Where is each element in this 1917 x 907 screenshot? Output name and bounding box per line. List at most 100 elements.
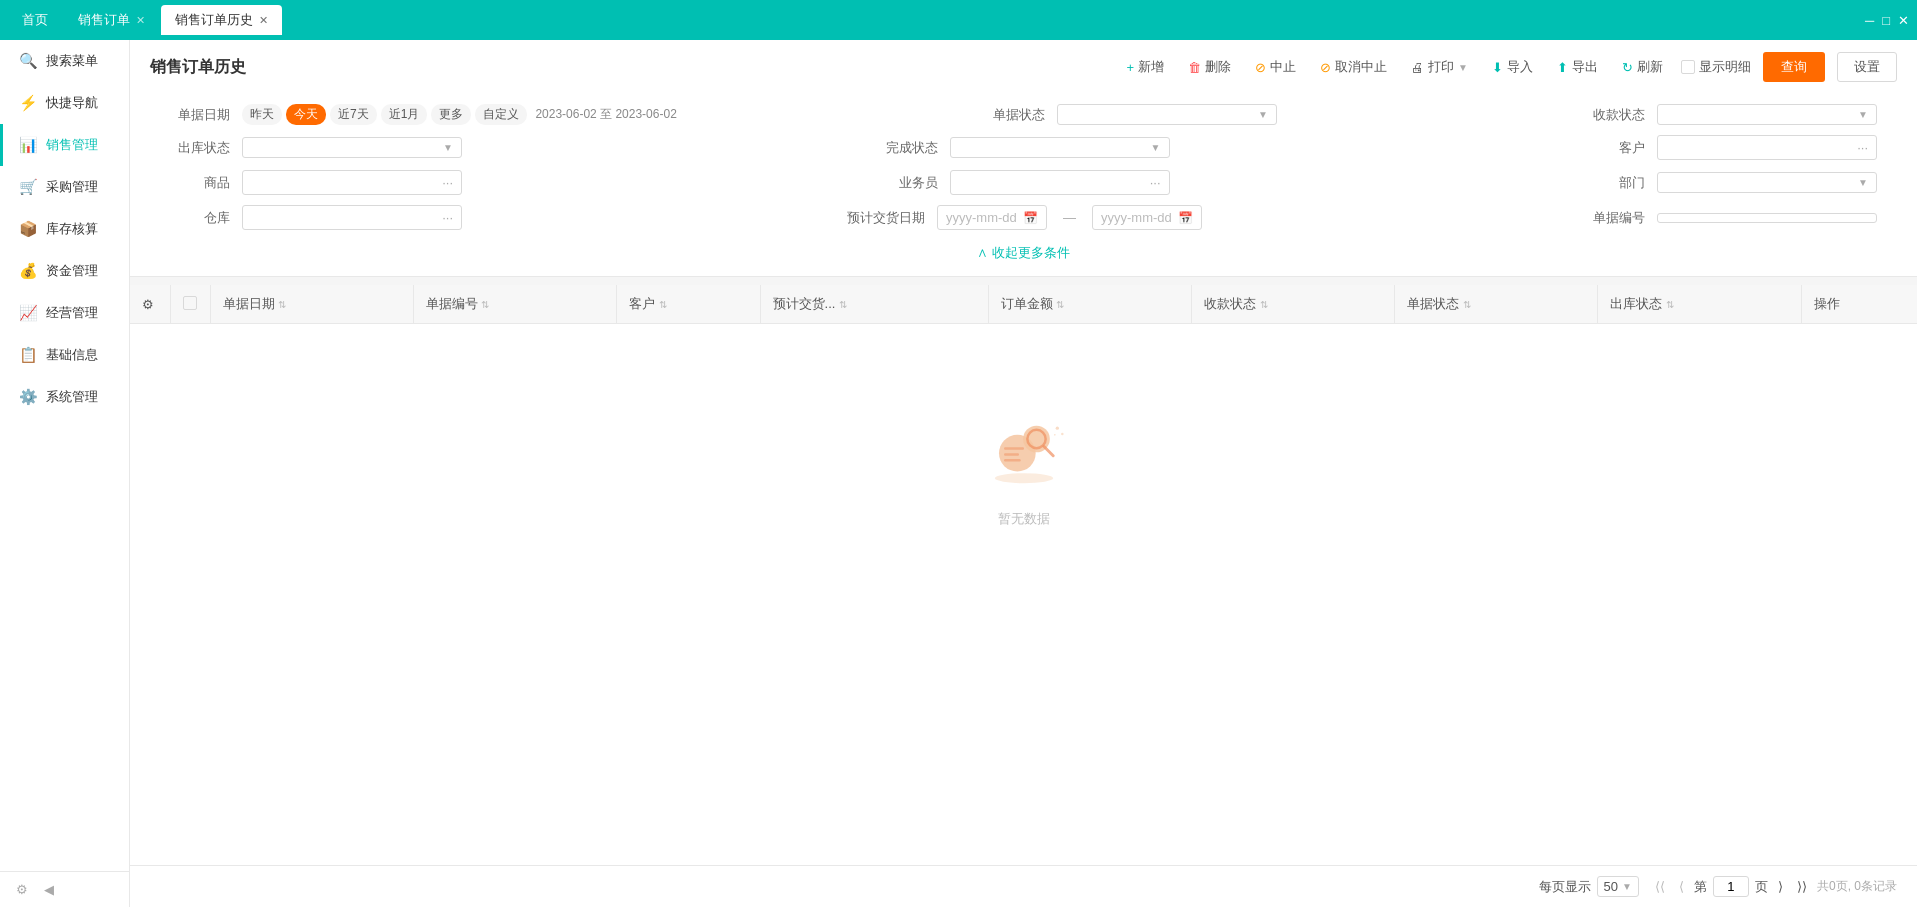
bill-number-label: 单据编号	[1585, 209, 1645, 227]
complete-status-select[interactable]: ▼	[950, 137, 1170, 158]
delivery-date-separator: —	[1063, 210, 1076, 225]
next-page-icon[interactable]: ⟩	[1774, 877, 1787, 896]
export-button[interactable]: ⬆ 导出	[1551, 54, 1604, 80]
filter-row-3: 商品 ··· 业务员 ··· 部门 ▼	[170, 170, 1877, 195]
payment-status-chevron-icon: ▼	[1858, 109, 1868, 120]
empty-state-text: 暂无数据	[998, 510, 1050, 528]
window-close-icon[interactable]: ✕	[1898, 13, 1909, 28]
delivery-date-from[interactable]: yyyy-mm-dd 📅	[937, 205, 1047, 230]
page-header: 销售订单历史 + 新增 🗑 删除 ⊘ 中止 ⊘	[130, 40, 1917, 277]
add-button[interactable]: + 新增	[1121, 54, 1171, 80]
operations-icon: 📈	[19, 304, 38, 322]
cancel-stop-button[interactable]: ⊘ 取消中止	[1314, 54, 1393, 80]
th-order-amount[interactable]: 订单金额 ⇅	[988, 285, 1191, 324]
collapse-more-conditions[interactable]: ∧ 收起更多条件	[170, 240, 1877, 266]
bill-status-select[interactable]: ▼	[1057, 104, 1277, 125]
top-bar: 首页 销售订单 ✕ 销售订单历史 ✕ ─ □ ✕	[0, 0, 1917, 40]
sidebar-item-sales-mgmt[interactable]: 📊 销售管理	[0, 124, 129, 166]
sidebar-item-system-mgmt[interactable]: ⚙️ 系统管理	[0, 376, 129, 418]
delivery-date-label: 预计交货日期	[845, 209, 925, 227]
payment-status-label: 收款状态	[1585, 106, 1645, 124]
sidebar-collapse-icon[interactable]: ◀	[44, 882, 54, 897]
th-customer[interactable]: 客户 ⇅	[616, 285, 760, 324]
sidebar-item-purchase-mgmt[interactable]: 🛒 采购管理	[0, 166, 129, 208]
goods-ellipsis-icon: ···	[442, 175, 453, 190]
display-toggle-checkbox[interactable]	[1681, 60, 1695, 74]
table-area: ⚙ 单据日期 ⇅ 单据编号 ⇅	[130, 285, 1917, 865]
tab-sales-order[interactable]: 销售订单 ✕	[64, 5, 159, 35]
th-out-status[interactable]: 出库状态 ⇅	[1598, 285, 1801, 324]
th-bill-number[interactable]: 单据编号 ⇅	[413, 285, 616, 324]
date-btn-1month[interactable]: 近1月	[381, 104, 428, 125]
th-payment-status[interactable]: 收款状态 ⇅	[1191, 285, 1394, 324]
complete-status-chevron-icon: ▼	[1151, 142, 1161, 153]
layout: 🔍 搜索菜单 ⚡ 快捷导航 📊 销售管理 🛒 采购管理 📦 库存核算 💰 资金管…	[0, 40, 1917, 907]
window-max-icon[interactable]: □	[1882, 13, 1890, 28]
sidebar: 🔍 搜索菜单 ⚡ 快捷导航 📊 销售管理 🛒 采购管理 📦 库存核算 💰 资金管…	[0, 40, 130, 907]
delivery-date-to[interactable]: yyyy-mm-dd 📅	[1092, 205, 1202, 230]
tab-sales-order-close[interactable]: ✕	[136, 14, 145, 27]
total-info: 共0页, 0条记录	[1817, 878, 1897, 895]
tab-home[interactable]: 首页	[8, 5, 62, 35]
query-button[interactable]: 查询	[1763, 52, 1825, 82]
settings-button[interactable]: 设置	[1837, 52, 1897, 82]
date-btn-custom[interactable]: 自定义	[475, 104, 527, 125]
delivery-date-to-calendar-icon: 📅	[1178, 211, 1193, 225]
first-page-icon[interactable]: ⟨⟨	[1651, 877, 1669, 896]
page-title-row: 销售订单历史 + 新增 🗑 删除 ⊘ 中止 ⊘	[150, 52, 1897, 82]
th-bill-date[interactable]: 单据日期 ⇅	[210, 285, 413, 324]
inventory-icon: 📦	[19, 220, 38, 238]
sidebar-item-inventory[interactable]: 📦 库存核算	[0, 208, 129, 250]
bill-status-label: 单据状态	[985, 106, 1045, 124]
salesperson-input[interactable]: ···	[950, 170, 1170, 195]
refresh-button[interactable]: ↻ 刷新	[1616, 54, 1669, 80]
th-delivery-date[interactable]: 预计交货... ⇅	[760, 285, 988, 324]
window-min-icon[interactable]: ─	[1865, 13, 1874, 28]
date-btn-yesterday[interactable]: 昨天	[242, 104, 282, 125]
delete-button[interactable]: 🗑 删除	[1182, 54, 1237, 80]
import-button[interactable]: ⬇ 导入	[1486, 54, 1539, 80]
header-checkbox[interactable]	[183, 296, 197, 310]
tab-sales-order-history[interactable]: 销售订单历史 ✕	[161, 5, 282, 35]
department-select[interactable]: ▼	[1657, 172, 1877, 193]
payment-status-sort-icon: ⇅	[1260, 299, 1268, 310]
sidebar-settings-icon[interactable]: ⚙	[16, 882, 28, 897]
th-bill-status[interactable]: 单据状态 ⇅	[1395, 285, 1598, 324]
page-number-input[interactable]	[1713, 876, 1749, 897]
data-table: ⚙ 单据日期 ⇅ 单据编号 ⇅	[130, 285, 1917, 608]
sidebar-item-operations[interactable]: 📈 经营管理	[0, 292, 129, 334]
goods-label: 商品	[170, 174, 230, 192]
date-btn-more[interactable]: 更多	[431, 104, 471, 125]
warehouse-input[interactable]: ···	[242, 205, 462, 230]
salesperson-ellipsis-icon: ···	[1150, 175, 1161, 190]
out-status-select[interactable]: ▼	[242, 137, 462, 158]
sidebar-bottom: ⚙ ◀	[0, 871, 129, 907]
last-page-icon[interactable]: ⟩⟩	[1793, 877, 1811, 896]
date-btn-7days[interactable]: 近7天	[330, 104, 377, 125]
bill-number-input[interactable]	[1657, 213, 1877, 223]
print-icon: 🖨	[1411, 60, 1424, 75]
goods-input[interactable]: ···	[242, 170, 462, 195]
filter-row-2: 出库状态 ▼ 完成状态 ▼ 客户 ···	[170, 135, 1877, 160]
payment-status-select[interactable]: ▼	[1657, 104, 1877, 125]
sidebar-item-finance[interactable]: 💰 资金管理	[0, 250, 129, 292]
th-checkbox[interactable]	[170, 285, 210, 324]
sidebar-item-quick-nav[interactable]: ⚡ 快捷导航	[0, 82, 129, 124]
settings-gear-icon[interactable]: ⚙	[142, 297, 154, 312]
customer-input[interactable]: ···	[1657, 135, 1877, 160]
print-button[interactable]: 🖨 打印 ▼	[1405, 54, 1474, 80]
order-amount-sort-icon: ⇅	[1056, 299, 1064, 310]
per-page-select[interactable]: 50 ▼	[1597, 876, 1639, 897]
empty-state: 暂无数据	[130, 324, 1917, 608]
sidebar-item-basic-info[interactable]: 📋 基础信息	[0, 334, 129, 376]
prev-page-icon[interactable]: ⟨	[1675, 877, 1688, 896]
stop-button[interactable]: ⊘ 中止	[1249, 54, 1302, 80]
display-toggle[interactable]: 显示明细	[1681, 58, 1751, 76]
department-label: 部门	[1585, 174, 1645, 192]
per-page-label: 每页显示	[1539, 878, 1591, 896]
th-settings[interactable]: ⚙	[130, 285, 170, 324]
tab-sales-order-history-close[interactable]: ✕	[259, 14, 268, 27]
out-status-chevron-icon: ▼	[443, 142, 453, 153]
sidebar-item-search-menu[interactable]: 🔍 搜索菜单	[0, 40, 129, 82]
date-btn-today[interactable]: 今天	[286, 104, 326, 125]
